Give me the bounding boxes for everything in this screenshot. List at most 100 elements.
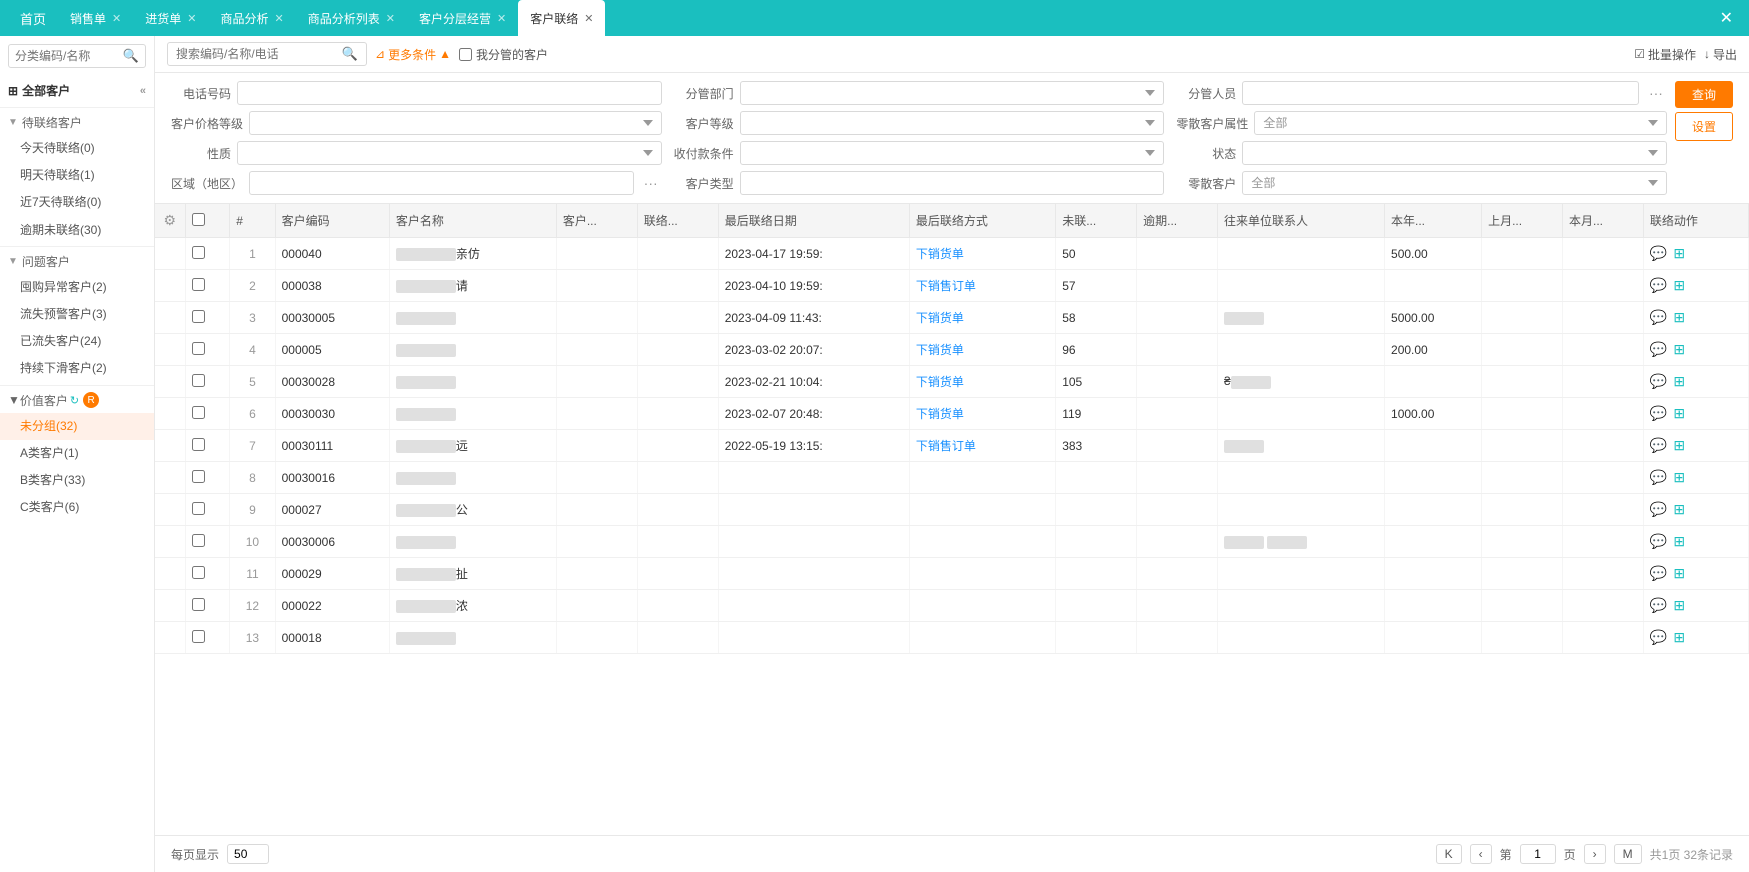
filter-price-level-select[interactable] (249, 111, 662, 135)
grid-action-icon[interactable]: ⊞ (1673, 469, 1685, 486)
export-button[interactable]: ↓ 导出 (1704, 46, 1737, 63)
row-checkbox[interactable] (192, 374, 205, 387)
prev-page-button[interactable]: ‹ (1470, 844, 1492, 864)
select-all-checkbox[interactable] (192, 213, 205, 226)
chat-icon[interactable]: 💬 (1650, 597, 1667, 614)
close-all-tabs-button[interactable]: ✕ (1712, 8, 1741, 28)
grid-action-icon[interactable]: ⊞ (1673, 277, 1685, 294)
close-product-analysis-tab-icon[interactable]: ✕ (275, 12, 284, 25)
nav-tab-product-analysis-list[interactable]: 商品分析列表 ✕ (296, 0, 407, 36)
contact-method-link[interactable]: 下销货单 (916, 247, 964, 261)
contact-method-link[interactable]: 下销售订单 (916, 439, 976, 453)
nav-tab-sales[interactable]: 销售单 ✕ (58, 0, 133, 36)
sidebar-item-class-a[interactable]: A类客户(1) (0, 440, 154, 467)
last-page-button[interactable]: M (1614, 844, 1642, 864)
close-product-list-tab-icon[interactable]: ✕ (386, 12, 395, 25)
th-days-no-contact[interactable]: 未联... (1056, 204, 1137, 238)
grid-action-icon[interactable]: ⊞ (1673, 501, 1685, 518)
sidebar-item-class-b[interactable]: B类客户(33) (0, 467, 154, 494)
row-checkbox[interactable] (192, 278, 205, 291)
contact-method-link[interactable]: 下销货单 (916, 311, 964, 325)
row-checkbox[interactable] (192, 502, 205, 515)
sidebar-item-7days-pending[interactable]: 近7天待联络(0) (0, 189, 154, 216)
grid-action-icon[interactable]: ⊞ (1673, 565, 1685, 582)
grid-action-icon[interactable]: ⊞ (1673, 309, 1685, 326)
sidebar-search-input[interactable] (15, 49, 123, 63)
sidebar-search-icon[interactable]: 🔍 (123, 48, 139, 64)
contact-method-link[interactable]: 下销货单 (916, 343, 964, 357)
row-checkbox[interactable] (192, 246, 205, 259)
filter-customer-type-input[interactable] (740, 171, 1165, 195)
chat-icon[interactable]: 💬 (1650, 341, 1667, 358)
search-icon[interactable]: 🔍 (342, 46, 358, 62)
grid-action-icon[interactable]: ⊞ (1673, 245, 1685, 262)
grid-action-icon[interactable]: ⊞ (1673, 533, 1685, 550)
refresh-icon[interactable]: ↻ (70, 394, 79, 407)
filter-payment-select[interactable] (740, 141, 1165, 165)
row-checkbox[interactable] (192, 630, 205, 643)
batch-operation-button[interactable]: ☑ 批量操作 (1634, 46, 1696, 63)
chat-icon[interactable]: 💬 (1650, 629, 1667, 646)
filter-dept-select[interactable] (740, 81, 1165, 105)
page-size-select[interactable]: 50 (227, 844, 269, 864)
grid-action-icon[interactable]: ⊞ (1673, 405, 1685, 422)
search-input[interactable] (176, 47, 342, 61)
sidebar-item-churn-warning[interactable]: 流失预警客户(3) (0, 301, 154, 328)
chat-icon[interactable]: 💬 (1650, 373, 1667, 390)
close-sales-tab-icon[interactable]: ✕ (112, 12, 121, 25)
more-conditions-button[interactable]: ⊿ 更多条件 ▲ (375, 46, 451, 63)
sidebar-item-declining[interactable]: 持续下滑客户(2) (0, 355, 154, 382)
filter-phone-input[interactable] (237, 81, 662, 105)
row-checkbox[interactable] (192, 566, 205, 579)
sidebar-item-today-pending[interactable]: 今天待联络(0) (0, 135, 154, 162)
th-last-contact-date[interactable]: 最后联络日期 (718, 204, 909, 238)
nav-tab-product-analysis[interactable]: 商品分析 ✕ (208, 0, 295, 36)
sidebar-item-overdue-contact[interactable]: 逾期未联络(30) (0, 217, 154, 244)
filter-retail-attr-select[interactable]: 全部 (1254, 111, 1667, 135)
grid-action-icon[interactable]: ⊞ (1673, 629, 1685, 646)
grid-action-icon[interactable]: ⊞ (1673, 437, 1685, 454)
nav-tab-customer-segmentation[interactable]: 客户分层经营 ✕ (407, 0, 518, 36)
nav-home-tab[interactable]: 首页 (8, 9, 58, 28)
row-checkbox[interactable] (192, 534, 205, 547)
next-page-button[interactable]: › (1584, 844, 1606, 864)
row-checkbox[interactable] (192, 438, 205, 451)
search-box[interactable]: 🔍 (167, 42, 367, 66)
grid-action-icon[interactable]: ⊞ (1673, 597, 1685, 614)
contact-method-link[interactable]: 下销货单 (916, 375, 964, 389)
filter-nature-select[interactable] (237, 141, 662, 165)
sidebar-group-value-customers[interactable]: ▼ 价值客户 ↻ R (0, 388, 154, 413)
sidebar-item-tomorrow-pending[interactable]: 明天待联络(1) (0, 162, 154, 189)
contact-method-link[interactable]: 下销货单 (916, 407, 964, 421)
filter-customer-level-select[interactable] (740, 111, 1165, 135)
contact-method-link[interactable]: 下销售订单 (916, 279, 976, 293)
th-customer-name[interactable]: 客户名称 (389, 204, 556, 238)
row-checkbox[interactable] (192, 470, 205, 483)
close-purchase-tab-icon[interactable]: ✕ (187, 12, 196, 25)
filter-retail-customer-select[interactable]: 全部 (1242, 171, 1667, 195)
settings-icon[interactable]: ⚙ (163, 212, 176, 228)
grid-action-icon[interactable]: ⊞ (1673, 341, 1685, 358)
close-customer-seg-tab-icon[interactable]: ✕ (497, 12, 506, 25)
chat-icon[interactable]: 💬 (1650, 309, 1667, 326)
chat-icon[interactable]: 💬 (1650, 565, 1667, 582)
filter-manager-input[interactable] (1242, 81, 1639, 105)
chat-icon[interactable]: 💬 (1650, 437, 1667, 454)
sidebar-item-churned[interactable]: 已流失客户(24) (0, 328, 154, 355)
chat-icon[interactable]: 💬 (1650, 277, 1667, 294)
sidebar-collapse-icon[interactable]: « (140, 85, 146, 97)
settings-column[interactable]: ⚙ (155, 204, 185, 238)
close-customer-contact-tab-icon[interactable]: ✕ (584, 12, 593, 25)
filter-region-input[interactable] (249, 171, 634, 195)
filter-query-button[interactable]: 查询 (1675, 81, 1733, 108)
th-customer-code[interactable]: 客户编码 (275, 204, 389, 238)
first-page-button[interactable]: K (1436, 844, 1462, 864)
sidebar-item-class-c[interactable]: C类客户(6) (0, 494, 154, 521)
sidebar-item-abnormal-stockpile[interactable]: 囤购异常客户(2) (0, 274, 154, 301)
row-checkbox[interactable] (192, 598, 205, 611)
sidebar-group-problem-customers[interactable]: ▼ 问题客户 (0, 249, 154, 274)
chat-icon[interactable]: 💬 (1650, 405, 1667, 422)
my-customers-check[interactable] (459, 48, 472, 61)
filter-manager-dots[interactable]: ··· (1645, 85, 1667, 101)
sidebar-item-ungrouped[interactable]: 未分组(32) (0, 413, 154, 440)
